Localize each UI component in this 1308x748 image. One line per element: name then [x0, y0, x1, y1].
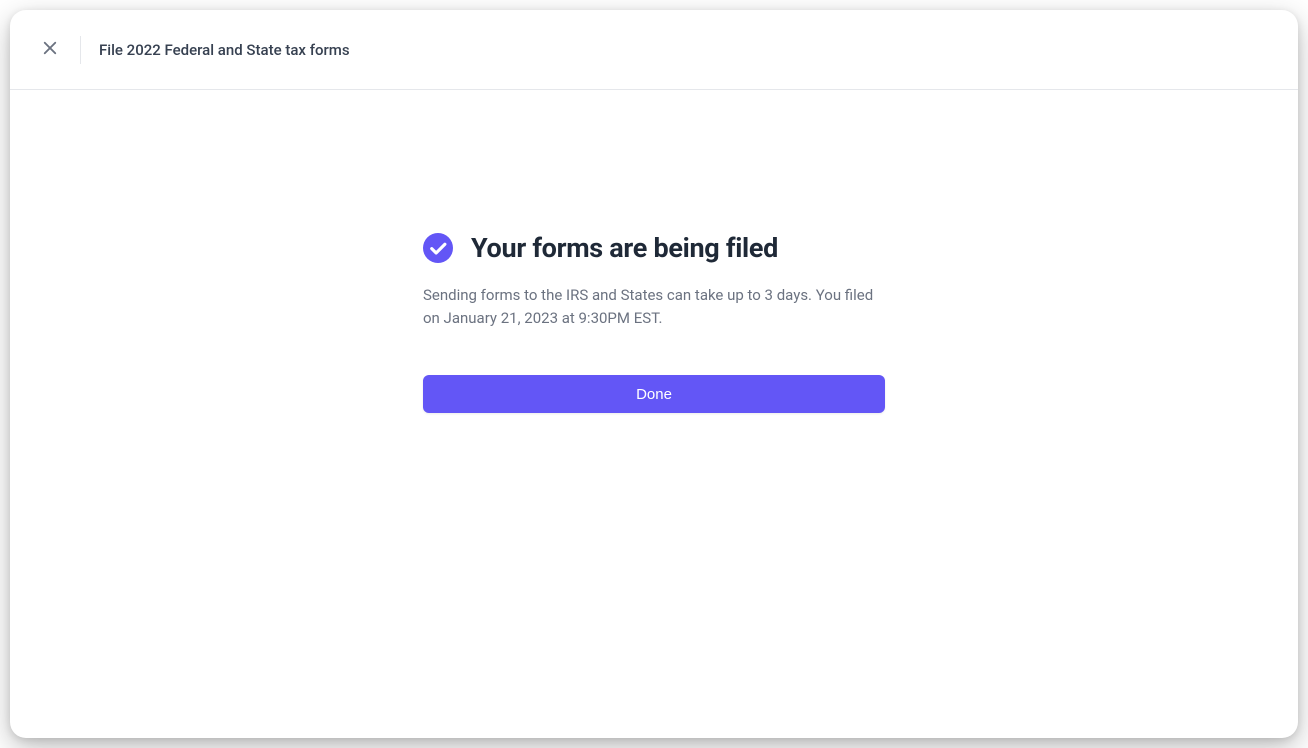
- check-circle-icon: [423, 233, 453, 263]
- modal-content: Your forms are being filed Sending forms…: [10, 90, 1298, 738]
- title-row: Your forms are being filed: [423, 232, 885, 264]
- description-text: Sending forms to the IRS and States can …: [423, 284, 885, 329]
- header-title: File 2022 Federal and State tax forms: [99, 41, 350, 59]
- close-icon: [41, 39, 59, 60]
- main-title: Your forms are being filed: [471, 232, 778, 264]
- close-button[interactable]: [30, 30, 70, 70]
- modal-header: File 2022 Federal and State tax forms: [10, 10, 1298, 90]
- done-button[interactable]: Done: [423, 375, 885, 413]
- modal-container: File 2022 Federal and State tax forms Yo…: [10, 10, 1298, 738]
- content-inner: Your forms are being filed Sending forms…: [423, 232, 885, 738]
- header-divider: [80, 36, 81, 64]
